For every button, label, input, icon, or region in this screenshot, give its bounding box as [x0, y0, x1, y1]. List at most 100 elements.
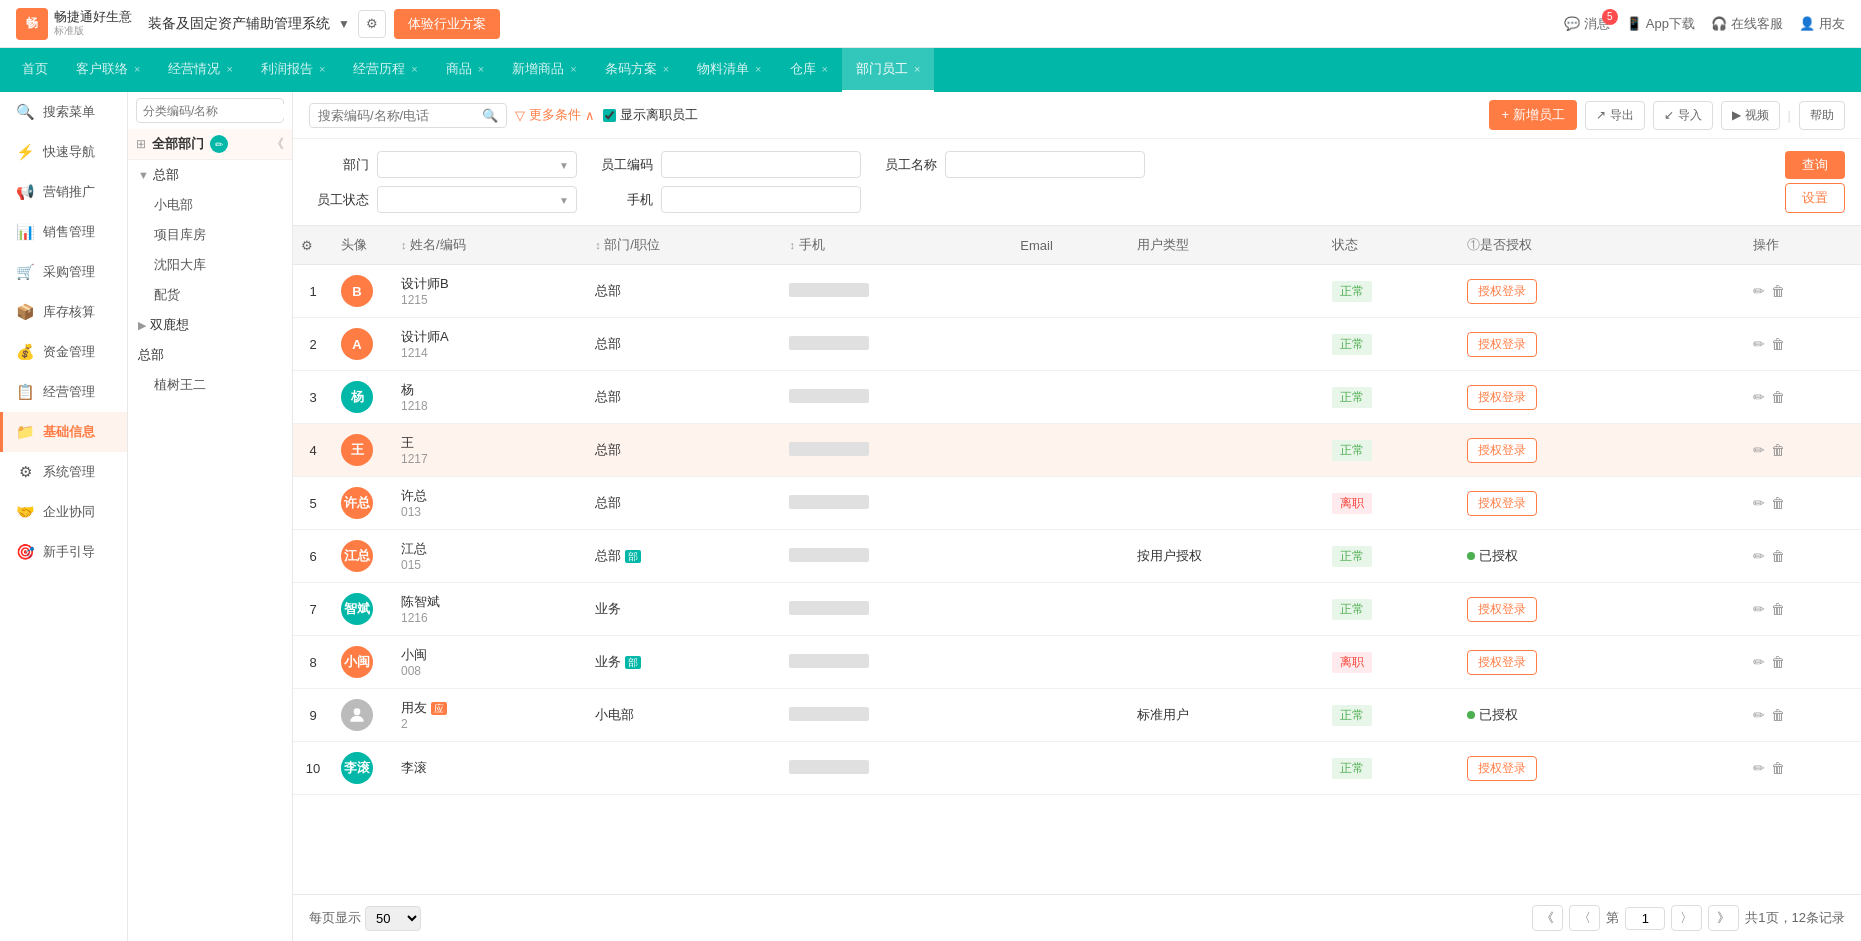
next-page-btn[interactable]: 〉 — [1671, 905, 1702, 931]
tab-barcode[interactable]: 条码方案 × — [591, 48, 683, 92]
tab-profit-close[interactable]: × — [319, 63, 325, 75]
user-avatar[interactable]: 👤 用友 — [1799, 15, 1845, 33]
tab-operations[interactable]: 经营情况 × — [154, 48, 246, 92]
dept-tree-item-zongbu2[interactable]: 总部 — [128, 340, 292, 370]
dept-tree-item-xiaodian[interactable]: 小电部 — [144, 190, 292, 220]
view-button[interactable]: ▶ 视频 — [1721, 101, 1780, 130]
show-resigned-checkbox[interactable] — [603, 109, 616, 122]
dept-tree-item-project[interactable]: 项目库房 — [144, 220, 292, 250]
edit-icon[interactable]: ✏ — [1753, 495, 1765, 511]
filter-status-select[interactable] — [377, 186, 577, 213]
tab-bom-close[interactable]: × — [755, 63, 761, 75]
dept-tree-item-shuanglu[interactable]: ▶ 双鹿想 — [128, 310, 292, 340]
edit-icon[interactable]: ✏ — [1753, 760, 1765, 776]
edit-icon[interactable]: ✏ — [1753, 548, 1765, 564]
more-filter-btn[interactable]: ▽ 更多条件 ∧ — [515, 106, 595, 124]
tab-history-close[interactable]: × — [411, 63, 417, 75]
delete-icon[interactable]: 🗑 — [1771, 336, 1785, 352]
app-download-button[interactable]: 📱 App下载 — [1626, 15, 1695, 33]
col-phone[interactable]: ↕ 手机 — [781, 226, 1012, 265]
dept-collapse-icon[interactable]: 《 — [271, 135, 284, 153]
tab-profit[interactable]: 利润报告 × — [247, 48, 339, 92]
system-dropdown-arrow[interactable]: ▼ — [338, 17, 350, 31]
filter-empcode-input[interactable] — [661, 151, 861, 178]
messages-button[interactable]: 💬 消息 5 — [1564, 15, 1610, 33]
tab-customers-close[interactable]: × — [134, 63, 140, 75]
delete-icon[interactable]: 🗑 — [1771, 654, 1785, 670]
auth-button[interactable]: 授权登录 — [1467, 491, 1537, 516]
tab-products-close[interactable]: × — [478, 63, 484, 75]
tab-barcode-close[interactable]: × — [663, 63, 669, 75]
tab-history[interactable]: 经营历程 × — [339, 48, 431, 92]
dept-tree-item-zhishu[interactable]: 植树王二 — [144, 370, 292, 400]
sidebar-item-basic[interactable]: 📁 基础信息 — [0, 412, 127, 452]
delete-icon[interactable]: 🗑 — [1771, 707, 1785, 723]
auth-button[interactable]: 授权登录 — [1467, 385, 1537, 410]
prev-page-btn[interactable]: 〈 — [1569, 905, 1600, 931]
last-page-btn[interactable]: 》 — [1708, 905, 1739, 931]
per-page-select[interactable]: 50 100 — [365, 906, 421, 931]
filter-phone-input[interactable] — [661, 186, 861, 213]
show-resigned-wrap[interactable]: 显示离职员工 — [603, 106, 698, 124]
sidebar-item-collab[interactable]: 🤝 企业协同 — [0, 492, 127, 532]
edit-icon[interactable]: ✏ — [1753, 601, 1765, 617]
tab-new-product[interactable]: 新增商品 × — [498, 48, 590, 92]
sidebar-item-finance[interactable]: 💰 资金管理 — [0, 332, 127, 372]
auth-button[interactable]: 授权登录 — [1467, 438, 1537, 463]
auth-button[interactable]: 授权登录 — [1467, 756, 1537, 781]
edit-icon[interactable]: ✏ — [1753, 654, 1765, 670]
filter-empname-input[interactable] — [945, 151, 1145, 178]
online-service-button[interactable]: 🎧 在线客服 — [1711, 15, 1783, 33]
sidebar-item-guide[interactable]: 🎯 新手引导 — [0, 532, 127, 572]
tab-warehouse-close[interactable]: × — [822, 63, 828, 75]
dept-search-input[interactable] — [143, 104, 293, 118]
first-page-btn[interactable]: 《 — [1532, 905, 1563, 931]
tab-employees-close[interactable]: × — [914, 63, 920, 75]
trial-button[interactable]: 体验行业方案 — [394, 9, 500, 39]
delete-icon[interactable]: 🗑 — [1771, 283, 1785, 299]
sidebar-item-purchase[interactable]: 🛒 采购管理 — [0, 252, 127, 292]
tab-home[interactable]: 首页 — [8, 48, 62, 92]
reset-button[interactable]: 设置 — [1785, 183, 1845, 213]
settings-button[interactable]: ⚙ — [358, 10, 386, 38]
auth-button[interactable]: 授权登录 — [1467, 279, 1537, 304]
auth-button[interactable]: 授权登录 — [1467, 597, 1537, 622]
dept-tree-item-peihuo[interactable]: 配货 — [144, 280, 292, 310]
dept-all-header[interactable]: ⊞ 全部部门 ✏ 《 — [128, 129, 292, 160]
dept-tree-item-zongbu-parent[interactable]: ▼ 总部 — [128, 160, 292, 190]
sidebar-item-marketing[interactable]: 📢 营销推广 — [0, 172, 127, 212]
query-button[interactable]: 查询 — [1785, 151, 1845, 179]
tab-products[interactable]: 商品 × — [432, 48, 498, 92]
tab-customers[interactable]: 客户联络 × — [62, 48, 154, 92]
edit-icon[interactable]: ✏ — [1753, 442, 1765, 458]
delete-icon[interactable]: 🗑 — [1771, 495, 1785, 511]
search-input[interactable] — [318, 108, 478, 123]
delete-icon[interactable]: 🗑 — [1771, 389, 1785, 405]
dept-tree-item-shenyang[interactable]: 沈阳大库 — [144, 250, 292, 280]
help-button[interactable]: 帮助 — [1799, 101, 1845, 130]
delete-icon[interactable]: 🗑 — [1771, 760, 1785, 776]
auth-button[interactable]: 授权登录 — [1467, 332, 1537, 357]
tab-new-product-close[interactable]: × — [570, 63, 576, 75]
col-settings[interactable]: ⚙ — [293, 226, 333, 265]
edit-icon[interactable]: ✏ — [1753, 707, 1765, 723]
delete-icon[interactable]: 🗑 — [1771, 548, 1785, 564]
add-employee-button[interactable]: + 新增员工 — [1489, 100, 1576, 130]
filter-dept-select[interactable] — [377, 151, 577, 178]
dept-edit-icon[interactable]: ✏ — [210, 135, 228, 153]
sidebar-item-quicknav[interactable]: ⚡ 快速导航 — [0, 132, 127, 172]
sidebar-item-sales[interactable]: 📊 销售管理 — [0, 212, 127, 252]
export-button[interactable]: ↗ 导出 — [1585, 101, 1645, 130]
delete-icon[interactable]: 🗑 — [1771, 442, 1785, 458]
tab-warehouse[interactable]: 仓库 × — [776, 48, 842, 92]
sidebar-item-inventory[interactable]: 📦 库存核算 — [0, 292, 127, 332]
edit-icon[interactable]: ✏ — [1753, 389, 1765, 405]
col-name[interactable]: ↕ 姓名/编码 — [393, 226, 587, 265]
edit-icon[interactable]: ✏ — [1753, 283, 1765, 299]
import-button[interactable]: ↙ 导入 — [1653, 101, 1713, 130]
search-icon-btn[interactable]: 🔍 — [482, 108, 498, 123]
tab-operations-close[interactable]: × — [226, 63, 232, 75]
sidebar-item-system[interactable]: ⚙ 系统管理 — [0, 452, 127, 492]
sidebar-item-operation[interactable]: 📋 经营管理 — [0, 372, 127, 412]
tab-employees[interactable]: 部门员工 × — [842, 48, 934, 92]
